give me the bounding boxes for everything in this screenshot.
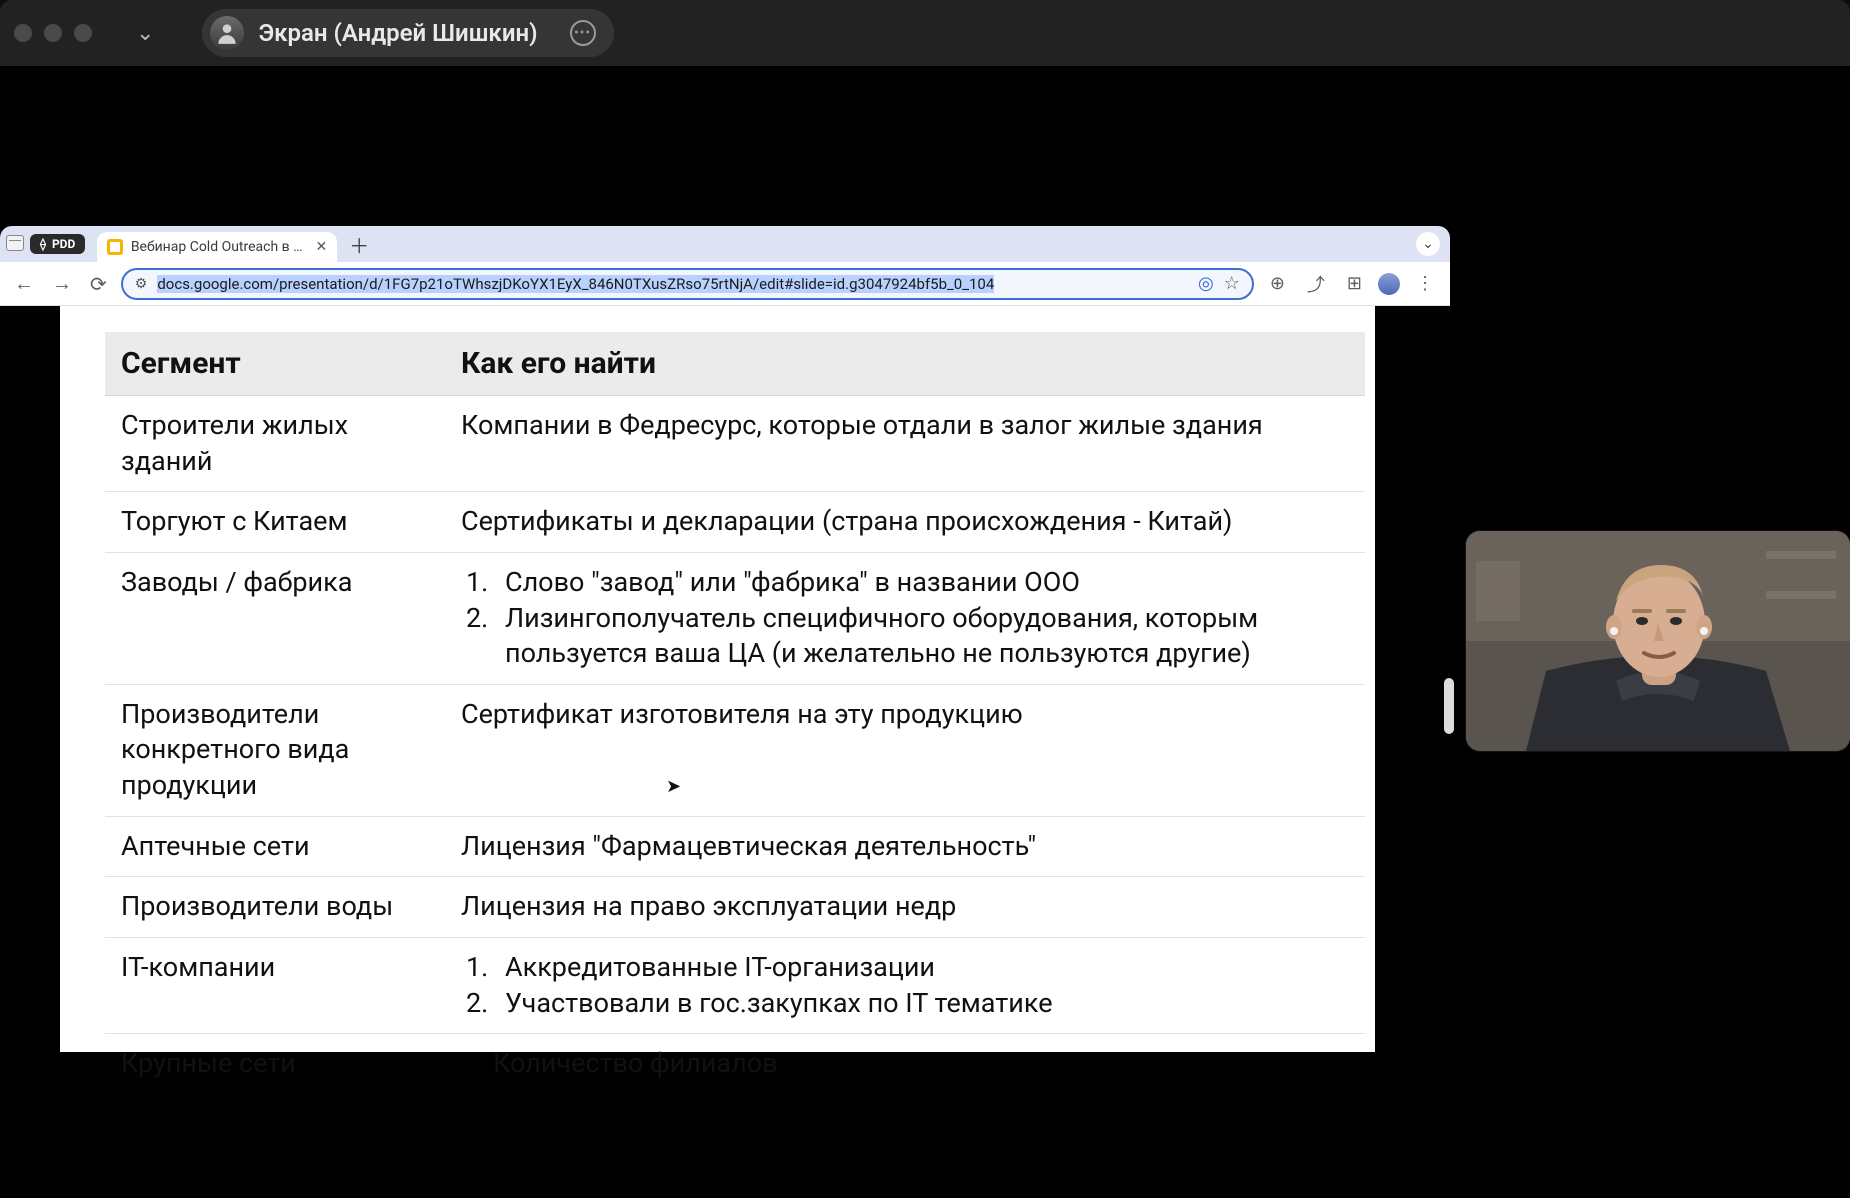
window-controls <box>14 24 92 42</box>
address-bar: ← → ⟳ ⚙ docs.google.com/presentation/d/1… <box>0 262 1450 306</box>
browser-tabstrip: ⟠ PDD Вебинар Cold Outreach в РФ ✕ ＋ ⌄ <box>0 226 1450 262</box>
table-row: Крупные сети Количество филиалов <box>105 1034 1365 1094</box>
site-settings-icon[interactable]: ⚙ <box>135 276 148 292</box>
shared-browser-window: ⟠ PDD Вебинар Cold Outreach в РФ ✕ ＋ ⌄ ←… <box>0 226 1450 1056</box>
list-item: Лизингополучатель специфичного оборудова… <box>495 601 1349 672</box>
slide-canvas: Сегмент Как его найти Строители жилых зд… <box>60 306 1375 1052</box>
minimize-window-button[interactable] <box>44 24 62 42</box>
list-item: Участвовали в гос.закупках по IT тематик… <box>495 986 1349 1022</box>
tabstrip-collapse-icon[interactable]: ⌄ <box>1416 232 1440 256</box>
webcam-tile[interactable] <box>1466 531 1850 751</box>
omnibox[interactable]: ⚙ docs.google.com/presentation/d/1FG7p21… <box>121 268 1254 300</box>
screen-share-chip[interactable]: Экран (Андрей Шишкин) ••• <box>202 9 613 57</box>
screen-share-label: Экран (Андрей Шишкин) <box>258 19 537 47</box>
back-button[interactable]: ← <box>10 271 38 296</box>
table-row: Производители конкретного вида продукции… <box>105 684 1365 816</box>
tab-active-slides[interactable]: Вебинар Cold Outreach в РФ ✕ <box>97 232 337 262</box>
stage: ⟠ PDD Вебинар Cold Outreach в РФ ✕ ＋ ⌄ ←… <box>0 66 1850 1198</box>
browser-viewport: Сегмент Как его найти Строители жилых зд… <box>0 306 1450 1056</box>
table-row: IT-компании Аккредитованные IT-организац… <box>105 937 1365 1033</box>
table-row: Производители воды Лицензия на право экс… <box>105 877 1365 938</box>
col-segment-header: Сегмент <box>105 332 445 396</box>
table-row: Аптечные сети Лицензия "Фармацевтическая… <box>105 816 1365 877</box>
side-panel-handle[interactable] <box>1444 678 1454 734</box>
reload-button[interactable]: ⟳ <box>86 272 111 296</box>
share-icon[interactable]: ⤴ <box>1301 271 1331 297</box>
table-row: Торгуют с Китаем Сертификаты и деклараци… <box>105 492 1365 553</box>
zoom-window-button[interactable] <box>74 24 92 42</box>
extensions-icon[interactable]: ⊞ <box>1341 273 1368 294</box>
tab-pdd[interactable]: ⟠ PDD <box>30 234 85 254</box>
list-item: Слово "завод" или "фабрика" в названии О… <box>495 565 1349 601</box>
bookmark-icon[interactable]: ☆ <box>1224 273 1240 294</box>
avatar <box>210 16 244 50</box>
url-text: docs.google.com/presentation/d/1FG7p21oT… <box>157 275 1188 293</box>
slides-favicon-icon <box>107 239 123 255</box>
tab-title: Вебинар Cold Outreach в РФ <box>131 239 308 255</box>
tab-overview-icon[interactable] <box>6 235 24 251</box>
forward-button[interactable]: → <box>48 271 76 296</box>
new-tab-button[interactable]: ＋ <box>345 230 373 258</box>
lens-icon[interactable]: ◎ <box>1198 273 1214 294</box>
profile-avatar[interactable] <box>1378 273 1400 295</box>
globe-icon[interactable]: ⊕ <box>1264 273 1291 294</box>
chevron-down-icon[interactable]: ⌄ <box>136 21 154 46</box>
more-icon[interactable]: ••• <box>570 20 596 46</box>
close-window-button[interactable] <box>14 24 32 42</box>
kebab-menu-icon[interactable]: ⋮ <box>1410 273 1440 294</box>
segments-table: Сегмент Как его найти Строители жилых зд… <box>105 332 1365 1094</box>
table-row: Строители жилых зданий Компании в Федрес… <box>105 396 1365 492</box>
code-icon: ⟠ <box>40 237 46 251</box>
app-header: ⌄ Экран (Андрей Шишкин) ••• <box>0 0 1850 66</box>
close-tab-icon[interactable]: ✕ <box>316 239 328 255</box>
table-row: Заводы / фабрика Слово "завод" или "фабр… <box>105 552 1365 684</box>
list-item: Аккредитованные IT-организации <box>495 950 1349 986</box>
col-how-header: Как его найти <box>445 332 1365 396</box>
